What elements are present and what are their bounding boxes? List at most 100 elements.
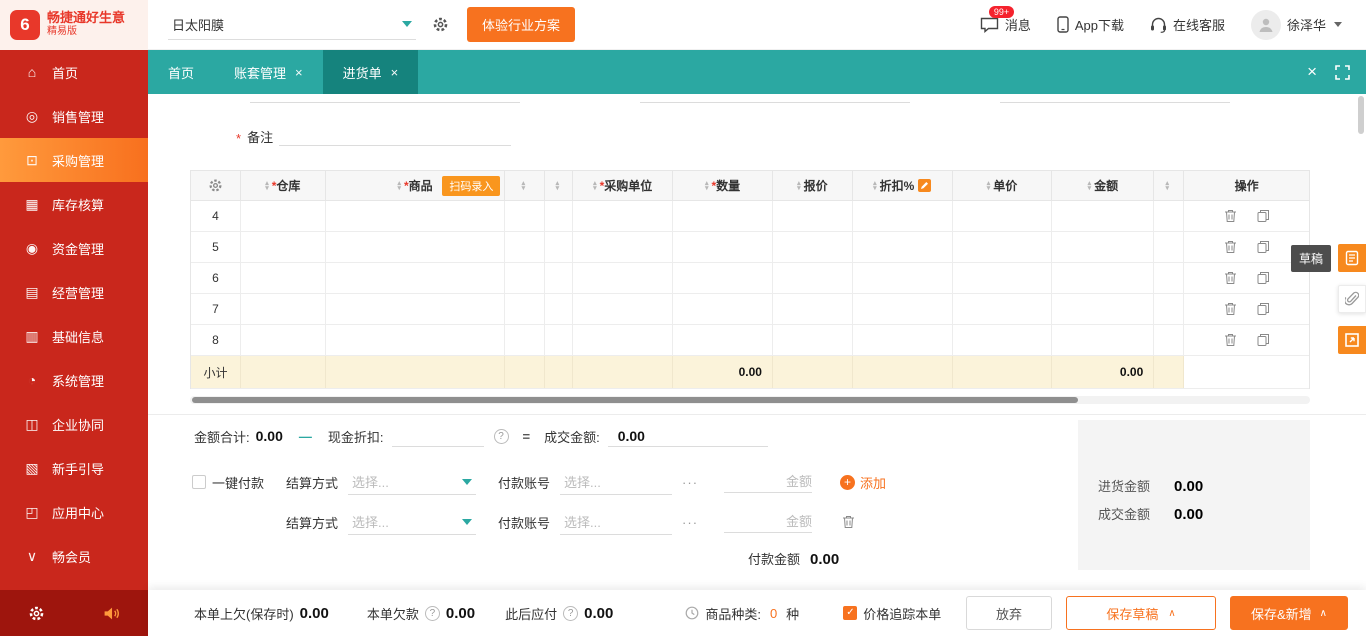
trial-solution-button[interactable]: 体验行业方案 xyxy=(467,7,576,42)
delete-row-icon[interactable] xyxy=(1224,271,1237,285)
cell-amount[interactable] xyxy=(1052,232,1155,262)
tab-close-icon[interactable]: × xyxy=(391,65,399,80)
tab-purchase-order[interactable]: 进货单 × xyxy=(322,50,419,94)
cell-product[interactable] xyxy=(326,201,506,231)
sidebar-item-system[interactable]: ◔ 系统管理 xyxy=(0,358,148,402)
cell-quantity[interactable] xyxy=(673,232,773,262)
cell-extra[interactable] xyxy=(545,232,574,262)
sidebar-item-sales[interactable]: ◎ 销售管理 xyxy=(0,94,148,138)
cell-quote[interactable] xyxy=(773,263,853,293)
cell-warehouse[interactable] xyxy=(241,232,326,262)
cell-amount[interactable] xyxy=(1052,263,1155,293)
save-and-new-button[interactable]: 保存&新增 ∧ xyxy=(1230,596,1348,630)
copy-row-icon[interactable] xyxy=(1257,302,1270,316)
account-book-selector[interactable]: 日太阳膜 xyxy=(168,10,416,40)
settings-gear-icon[interactable] xyxy=(432,16,449,33)
column-settings-gear-icon[interactable] xyxy=(191,171,241,200)
cell-unit-price[interactable] xyxy=(953,232,1053,262)
horizontal-scrollbar-thumb[interactable] xyxy=(192,397,1078,403)
cell-discount[interactable] xyxy=(853,325,953,355)
copy-row-icon[interactable] xyxy=(1257,333,1270,347)
draft-icon[interactable] xyxy=(1338,244,1366,272)
header-warehouse[interactable]: * 仓库 xyxy=(241,171,326,200)
scan-entry-button[interactable]: 扫码录入 xyxy=(442,176,501,196)
user-menu[interactable]: 徐泽华 xyxy=(1250,9,1342,40)
remark-input[interactable] xyxy=(279,126,512,146)
tab-home[interactable]: 首页 xyxy=(148,50,214,94)
pay-account-select[interactable]: 选择... xyxy=(560,509,673,535)
cell-unit-price[interactable] xyxy=(953,294,1053,324)
save-draft-button[interactable]: 保存草稿 ∧ xyxy=(1066,596,1216,630)
cell-discount[interactable] xyxy=(853,232,953,262)
cell-purchase-unit[interactable] xyxy=(573,325,674,355)
cell-quote[interactable] xyxy=(773,232,853,262)
cell-warehouse[interactable] xyxy=(241,294,326,324)
sidebar-item-purchase[interactable]: ⊡ 采购管理 xyxy=(0,138,148,182)
cell-purchase-unit[interactable] xyxy=(573,232,674,262)
sidebar-item-basic-info[interactable]: ▥ 基础信息 xyxy=(0,314,148,358)
cell-product[interactable] xyxy=(326,263,506,293)
online-support-button[interactable]: 在线客服 xyxy=(1150,15,1225,34)
tab-close-icon[interactable]: × xyxy=(295,65,303,80)
header-extra-3[interactable] xyxy=(1154,171,1185,200)
header-extra-1[interactable] xyxy=(505,171,546,200)
cell-warehouse[interactable] xyxy=(241,325,326,355)
header-product[interactable]: * 商品 扫码录入 xyxy=(326,171,506,200)
cell-discount[interactable] xyxy=(853,201,953,231)
edit-discount-icon[interactable] xyxy=(918,179,932,192)
price-track-checkbox[interactable] xyxy=(843,606,858,620)
header-amount[interactable]: 金额 xyxy=(1052,171,1155,200)
app-download-button[interactable]: App下载 xyxy=(1057,15,1124,34)
more-options-icon[interactable]: ··· xyxy=(682,515,698,530)
cell-quote[interactable] xyxy=(773,201,853,231)
cell-extra[interactable] xyxy=(505,294,546,324)
header-quantity[interactable]: * 数量 xyxy=(673,171,773,200)
cell-purchase-unit[interactable] xyxy=(573,201,674,231)
cell-extra[interactable] xyxy=(505,232,546,262)
cell-discount[interactable] xyxy=(853,263,953,293)
cell-unit-price[interactable] xyxy=(953,201,1053,231)
cell-quote[interactable] xyxy=(773,325,853,355)
attachment-icon[interactable] xyxy=(1338,285,1366,313)
cell-unit-price[interactable] xyxy=(953,325,1053,355)
cell-amount[interactable] xyxy=(1052,294,1155,324)
cell-extra[interactable] xyxy=(545,294,574,324)
discard-button[interactable]: 放弃 xyxy=(966,596,1052,630)
cash-discount-input[interactable] xyxy=(391,425,484,447)
cell-extra[interactable] xyxy=(545,201,574,231)
help-icon[interactable]: ? xyxy=(424,605,440,621)
sidebar-item-collaboration[interactable]: ◫ 企业协同 xyxy=(0,402,148,446)
price-track-option[interactable]: 价格追踪本单 xyxy=(843,604,941,623)
cell-quantity[interactable] xyxy=(673,294,773,324)
speaker-icon[interactable] xyxy=(103,606,120,621)
cell-extra[interactable] xyxy=(545,263,574,293)
sidebar-item-home[interactable]: ⌂ 首页 xyxy=(0,50,148,94)
more-options-icon[interactable]: ··· xyxy=(682,475,698,490)
cell-warehouse[interactable] xyxy=(241,263,326,293)
delete-row-icon[interactable] xyxy=(1224,209,1237,223)
sidebar-item-operations[interactable]: ▤ 经营管理 xyxy=(0,270,148,314)
cell-extra[interactable] xyxy=(545,325,574,355)
delete-row-icon[interactable] xyxy=(1224,302,1237,316)
header-purchase-unit[interactable]: * 采购单位 xyxy=(573,171,674,200)
cell-quantity[interactable] xyxy=(673,325,773,355)
delete-row-icon[interactable] xyxy=(1224,240,1237,254)
cell-quantity[interactable] xyxy=(673,263,773,293)
cell-extra[interactable] xyxy=(505,325,546,355)
settle-method-select[interactable]: 选择... xyxy=(348,509,477,535)
sidebar-item-guide[interactable]: ▧ 新手引导 xyxy=(0,446,148,490)
sidebar-item-app-center[interactable]: ◰ 应用中心 xyxy=(0,490,148,534)
cell-amount[interactable] xyxy=(1052,325,1155,355)
cell-discount[interactable] xyxy=(853,294,953,324)
sidebar-item-membership[interactable]: ∨ 畅会员 xyxy=(0,534,148,578)
cell-unit-price[interactable] xyxy=(953,263,1053,293)
cell-extra[interactable] xyxy=(505,263,546,293)
expand-icon[interactable] xyxy=(1338,326,1366,354)
sidebar-item-funds[interactable]: ◉ 资金管理 xyxy=(0,226,148,270)
tab-account-books[interactable]: 账套管理 × xyxy=(214,50,323,94)
sidebar-item-inventory[interactable]: ▦ 库存核算 xyxy=(0,182,148,226)
one-click-pay-checkbox[interactable] xyxy=(192,475,206,489)
vertical-scrollbar-thumb[interactable] xyxy=(1358,96,1364,134)
cell-quote[interactable] xyxy=(773,294,853,324)
help-icon[interactable]: ? xyxy=(563,605,579,621)
